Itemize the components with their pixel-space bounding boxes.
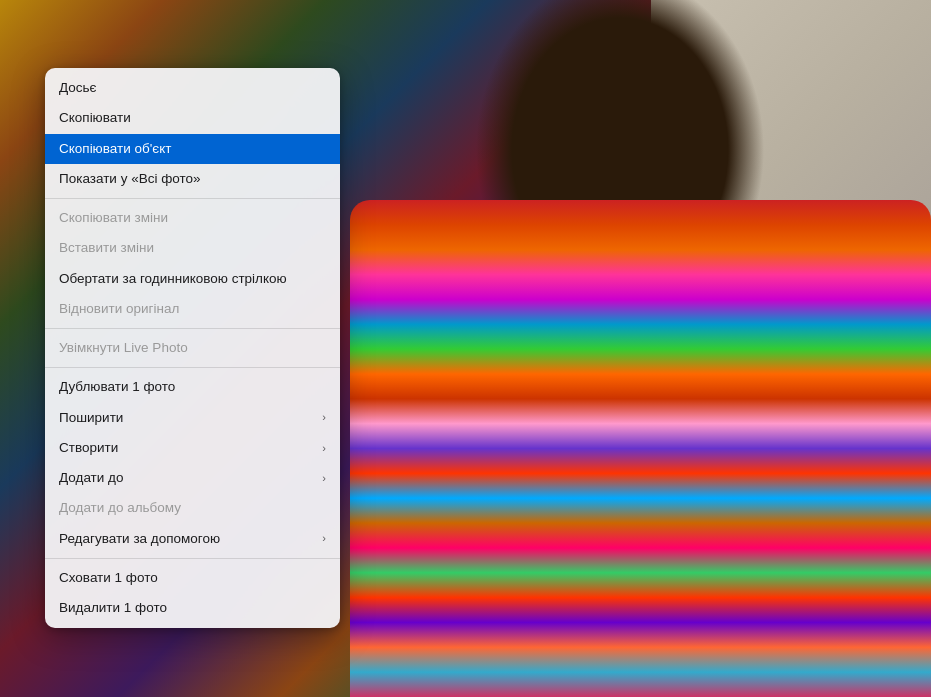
menu-item-copy-object[interactable]: Скопіювати об'єкт <box>45 134 340 164</box>
menu-divider <box>45 198 340 199</box>
menu-item-label: Вставити зміни <box>59 238 154 258</box>
menu-item-label: Відновити оригінал <box>59 299 179 319</box>
menu-item-delete[interactable]: Видалити 1 фото <box>45 593 340 623</box>
menu-item-duplicate[interactable]: Дублювати 1 фото <box>45 372 340 402</box>
menu-item-label: Скопіювати об'єкт <box>59 139 171 159</box>
menu-item-add-to[interactable]: Додати до › <box>45 463 340 493</box>
menu-item-rotate-cw[interactable]: Обертати за годинниковою стрілкою <box>45 264 340 294</box>
menu-item-label: Досьє <box>59 78 96 98</box>
context-menu: Досьє Скопіювати Скопіювати об'єкт Показати… <box>45 68 340 628</box>
submenu-chevron-icon: › <box>322 530 326 547</box>
submenu-chevron-icon: › <box>322 440 326 457</box>
menu-item-label: Дублювати 1 фото <box>59 377 175 397</box>
menu-item-label: Скопіювати <box>59 108 131 128</box>
menu-item-label: Сховати 1 фото <box>59 568 158 588</box>
menu-item-paste-changes: Вставити зміни <box>45 233 340 263</box>
menu-item-label: Додати до <box>59 468 123 488</box>
menu-item-share[interactable]: Поширити › <box>45 403 340 433</box>
menu-item-info[interactable]: Досьє <box>45 73 340 103</box>
menu-item-edit-with[interactable]: Редагувати за допомогою › <box>45 524 340 554</box>
menu-item-hide[interactable]: Сховати 1 фото <box>45 563 340 593</box>
menu-item-label: Редагувати за допомогою <box>59 529 220 549</box>
menu-item-mute-live: Увімкнути Live Photo <box>45 333 340 363</box>
menu-item-show-all-photos[interactable]: Показати у «Всі фото» <box>45 164 340 194</box>
menu-item-create[interactable]: Створити › <box>45 433 340 463</box>
menu-divider <box>45 558 340 559</box>
menu-item-copy[interactable]: Скопіювати <box>45 103 340 133</box>
jacket-decoration <box>350 200 931 697</box>
menu-item-label: Створити <box>59 438 118 458</box>
submenu-chevron-icon: › <box>322 470 326 487</box>
menu-item-label: Обертати за годинниковою стрілкою <box>59 269 287 289</box>
menu-item-label: Додати до альбому <box>59 498 181 518</box>
menu-divider <box>45 328 340 329</box>
menu-item-label: Поширити <box>59 408 123 428</box>
menu-divider <box>45 367 340 368</box>
menu-item-add-to-album: Додати до альбому <box>45 493 340 523</box>
menu-item-label: Видалити 1 фото <box>59 598 167 618</box>
submenu-chevron-icon: › <box>322 409 326 426</box>
menu-item-copy-changes: Скопіювати зміни <box>45 203 340 233</box>
menu-item-label: Увімкнути Live Photo <box>59 338 188 358</box>
menu-item-restore-original: Відновити оригінал <box>45 294 340 324</box>
menu-item-label: Скопіювати зміни <box>59 208 168 228</box>
menu-item-label: Показати у «Всі фото» <box>59 169 201 189</box>
